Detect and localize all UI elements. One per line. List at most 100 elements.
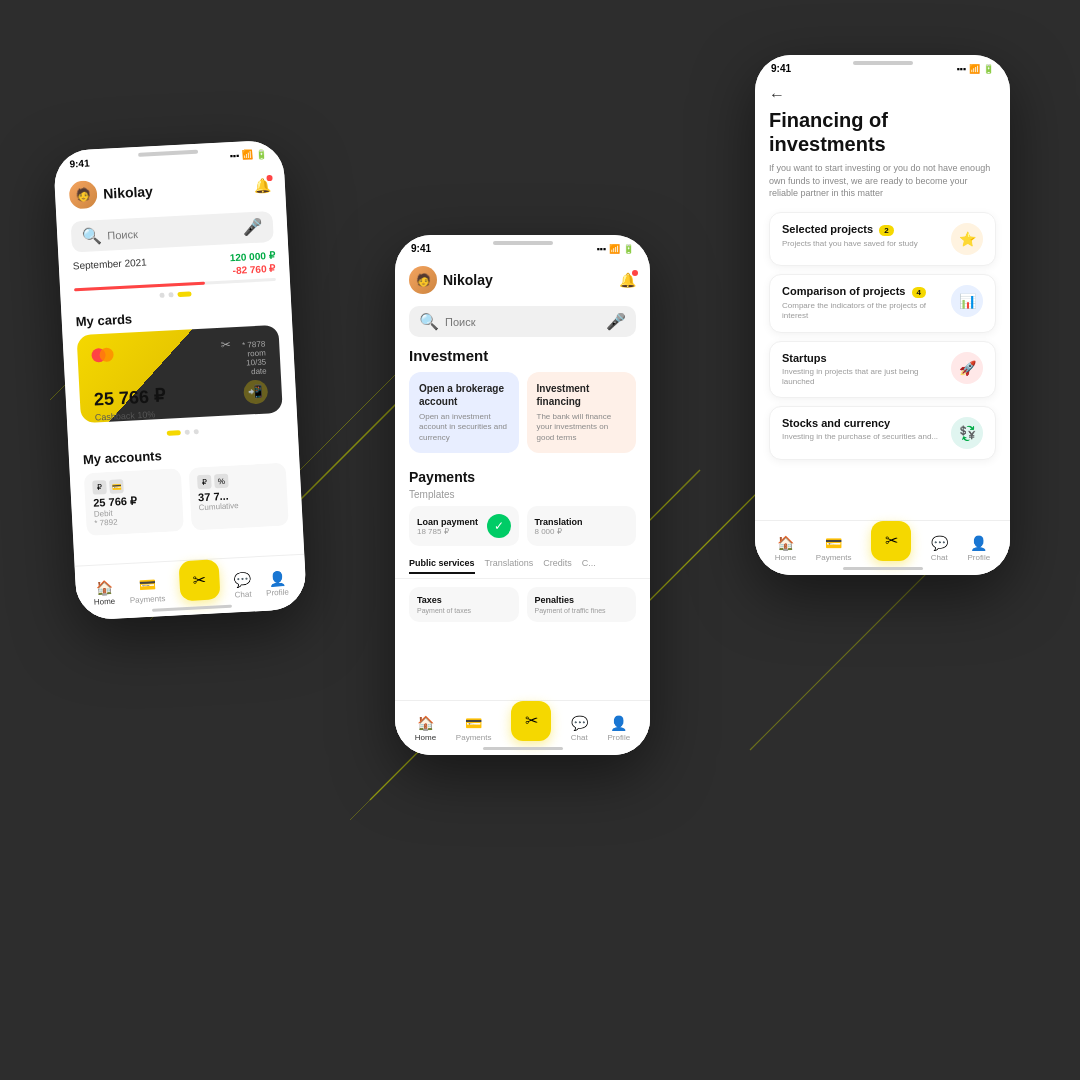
payment-translation[interactable]: Translation 8 000 ₽ — [527, 506, 637, 546]
phone-middle: 9:41 ▪▪▪ 📶 🔋 🧑 Nikolay 🔔 🔍 🎤 — [395, 235, 650, 755]
signal-icon-m: ▪▪▪ — [596, 244, 606, 254]
investment-cards: Open a brokerage account Open an investm… — [395, 372, 650, 453]
scissors-icon: ✂ — [221, 337, 232, 352]
tab-more[interactable]: C... — [582, 558, 596, 574]
tab-translations[interactable]: Translations — [485, 558, 534, 574]
nav-chat-label-left: Chat — [234, 589, 251, 599]
bell-icon-left[interactable]: 🔔 — [254, 177, 272, 194]
account-debit[interactable]: ₽ 💳 25 766 ₽ Debit * 7892 — [84, 468, 184, 536]
fc-comparison-title: Comparison of projects 4 — [782, 285, 951, 298]
nav-payments-label-middle: Payments — [456, 733, 492, 742]
nav-fab-right[interactable]: ✂ — [871, 521, 911, 561]
nav-home-label-right: Home — [775, 553, 796, 562]
user-header-middle: 🧑 Nikolay 🔔 — [395, 258, 650, 302]
payment-translation-info: Translation 8 000 ₽ — [535, 517, 583, 536]
home-icon-middle: 🏠 — [417, 715, 434, 731]
fc-selected-badge: 2 — [879, 225, 893, 236]
nav-profile-label-middle: Profile — [607, 733, 630, 742]
card-container: * 7878 room 10/35 date 25 766 ₽ Cashback… — [63, 324, 297, 424]
search-bar-middle[interactable]: 🔍 🎤 — [409, 306, 636, 337]
fc-startups-title: Startups — [782, 352, 951, 364]
nav-home-middle[interactable]: 🏠 Home — [415, 715, 436, 742]
search-icon-middle: 🔍 — [419, 312, 439, 331]
nav-profile-right[interactable]: 👤 Profile — [967, 535, 990, 562]
nav-home-label-middle: Home — [415, 733, 436, 742]
profile-icon-left: 👤 — [268, 569, 286, 586]
bell-icon-middle[interactable]: 🔔 — [619, 272, 636, 288]
nav-home-left[interactable]: 🏠 Home — [93, 578, 116, 606]
payment2-amount: 8 000 ₽ — [535, 527, 583, 536]
nav-profile-label-right: Profile — [967, 553, 990, 562]
bottom-nav-left: 🏠 Home 💳 Payments ✂ 💬 Chat 👤 Profile — [75, 554, 308, 621]
back-button[interactable]: ← — [755, 78, 1010, 108]
avatar-img-left: 🧑 — [68, 180, 97, 209]
financing-card-stocks[interactable]: Stocks and currency Investing in the pur… — [769, 406, 996, 460]
payment2-name: Translation — [535, 517, 583, 527]
card-icon: 💳 — [109, 479, 124, 494]
tab-credits[interactable]: Credits — [543, 558, 572, 574]
accounts-row: ₽ 💳 25 766 ₽ Debit * 7892 ₽ % 37 7... Cu… — [70, 462, 303, 537]
nav-chat-left[interactable]: 💬 Chat — [233, 571, 251, 599]
avatar-middle: 🧑 — [409, 266, 437, 294]
financing-card-comparison[interactable]: Comparison of projects 4 Compare the ind… — [769, 274, 996, 333]
wifi-icon: 📶 — [242, 149, 254, 160]
nav-fab-left[interactable]: ✂ — [178, 559, 220, 601]
nav-home-right[interactable]: 🏠 Home — [775, 535, 796, 562]
chat-icon-middle: 💬 — [571, 715, 588, 731]
profile-icon-middle: 👤 — [610, 715, 627, 731]
search-bar-left[interactable]: 🔍 🎤 — [71, 211, 274, 253]
payments-icon-right: 💳 — [825, 535, 842, 551]
status-icons-middle: ▪▪▪ 📶 🔋 — [596, 244, 634, 254]
mastercard-logo — [91, 347, 114, 364]
startups-icon: 🚀 — [951, 352, 983, 384]
stocks-icon: 💱 — [951, 417, 983, 449]
service-taxes[interactable]: Taxes Payment of taxes — [409, 587, 519, 622]
service1-desc: Payment of taxes — [417, 607, 511, 614]
percent-icon: % — [214, 474, 229, 489]
dot3-active — [177, 291, 191, 297]
account-cumulative-icons: ₽ % — [197, 471, 279, 489]
nav-profile-label-left: Profile — [266, 587, 289, 597]
nav-payments-left[interactable]: 💳 Payments — [129, 576, 166, 605]
inv-card-brokerage[interactable]: Open a brokerage account Open an investm… — [409, 372, 519, 453]
search-input-left[interactable] — [107, 222, 237, 241]
home-icon-left: 🏠 — [95, 578, 113, 595]
nav-chat-middle[interactable]: 💬 Chat — [571, 715, 588, 742]
fc-stocks-desc: Investing in the purchase of securities … — [782, 432, 938, 442]
dot2 — [168, 292, 173, 297]
home-icon-right: 🏠 — [777, 535, 794, 551]
nav-payments-middle[interactable]: 💳 Payments — [456, 715, 492, 742]
signal-icon: ▪▪▪ — [229, 150, 239, 160]
templates-label: Templates — [395, 487, 650, 506]
service-penalties[interactable]: Penalties Payment of traffic fines — [527, 587, 637, 622]
mic-icon-left[interactable]: 🎤 — [243, 217, 264, 237]
inv-card2-title: Investment financing — [537, 382, 627, 408]
phone-middle-screen: 9:41 ▪▪▪ 📶 🔋 🧑 Nikolay 🔔 🔍 🎤 — [395, 235, 650, 755]
account-cumulative[interactable]: ₽ % 37 7... Cumulative — [189, 463, 289, 531]
payments-title: Payments — [395, 465, 650, 487]
nav-payments-right[interactable]: 💳 Payments — [816, 535, 852, 562]
time-left: 9:41 — [69, 157, 90, 169]
phone-left: 9:41 ▪▪▪ 📶 🔋 🧑 Nikolay 🔔 🔍 🎤 — [53, 139, 307, 620]
inv-card-financing[interactable]: Investment financing The bank will finan… — [527, 372, 637, 453]
fc-startups-desc: Investing in projects that are just bein… — [782, 367, 951, 388]
financing-card-selected[interactable]: Selected projects 2 Projects that you ha… — [769, 212, 996, 266]
nav-profile-left[interactable]: 👤 Profile — [265, 569, 289, 597]
inv-card1-title: Open a brokerage account — [419, 382, 509, 408]
nav-fab-middle[interactable]: ✂ — [511, 701, 551, 741]
nav-chat-right[interactable]: 💬 Chat — [931, 535, 948, 562]
phone-right-screen: 9:41 ▪▪▪ 📶 🔋 ← Financing of investments … — [755, 55, 1010, 575]
tab-public-services[interactable]: Public services — [409, 558, 475, 574]
service2-name: Penalties — [535, 595, 629, 605]
nav-profile-middle[interactable]: 👤 Profile — [607, 715, 630, 742]
mic-icon-middle[interactable]: 🎤 — [606, 312, 626, 331]
monthly-limit: 120 000 ₽ — [229, 250, 274, 263]
selected-icon: ⭐ — [951, 223, 983, 255]
payments-icon-middle: 💳 — [465, 715, 482, 731]
payment-loan[interactable]: Loan payment 18 785 ₽ ✓ — [409, 506, 519, 546]
credit-card[interactable]: * 7878 room 10/35 date 25 766 ₽ Cashback… — [77, 325, 283, 423]
financing-card-startups[interactable]: Startups Investing in projects that are … — [769, 341, 996, 399]
service2-desc: Payment of traffic fines — [535, 607, 629, 614]
search-input-middle[interactable] — [445, 316, 600, 328]
service1-name: Taxes — [417, 595, 511, 605]
